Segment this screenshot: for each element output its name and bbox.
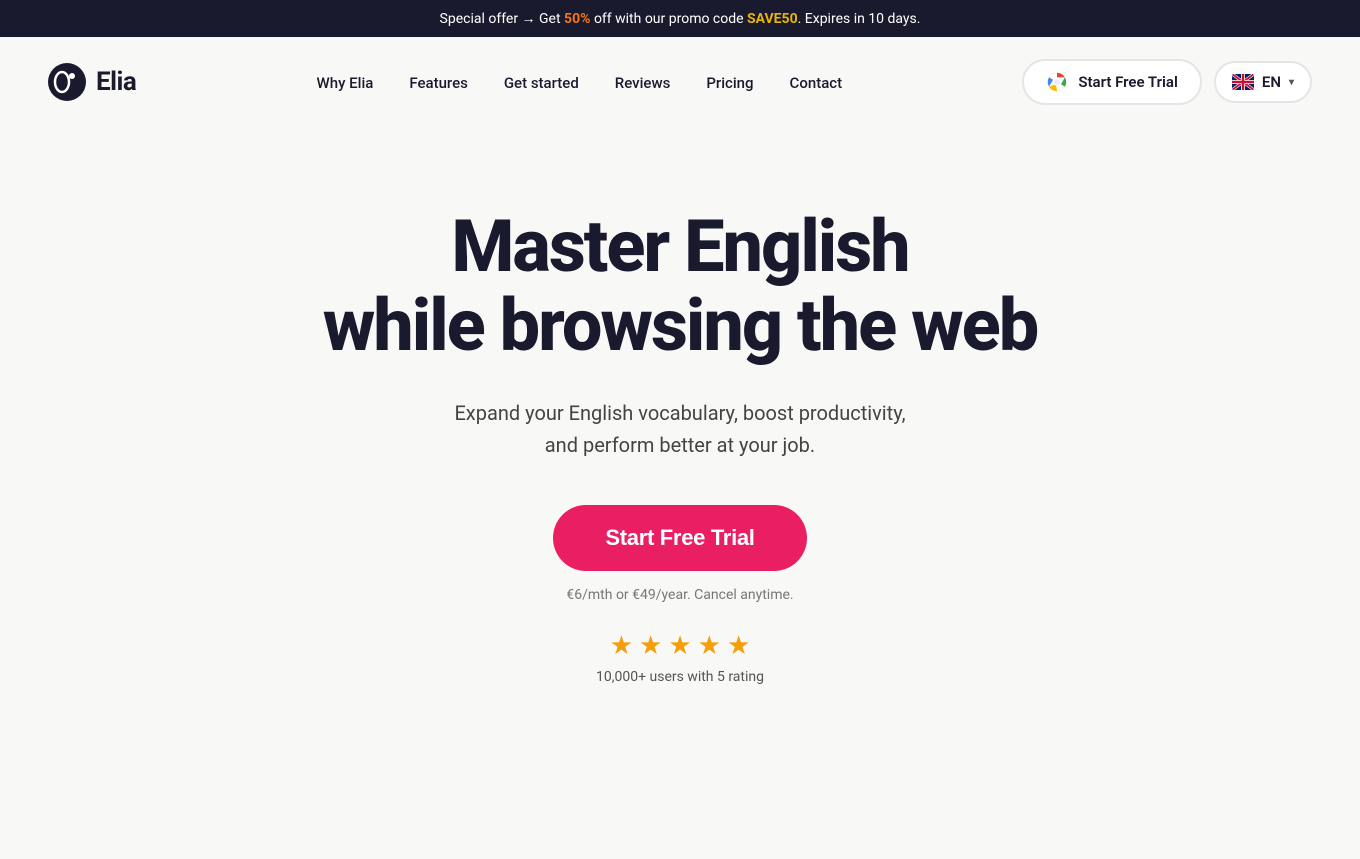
nav-pricing[interactable]: Pricing [706, 74, 753, 92]
hero-title-line2: while browsing the web [323, 283, 1037, 368]
chevron-down-icon: ▾ [1289, 77, 1294, 88]
announcement-discount: 50% [564, 11, 590, 27]
nav-start-trial-button[interactable]: Start Free Trial [1022, 59, 1202, 105]
chrome-icon [1046, 71, 1068, 93]
nav-get-started[interactable]: Get started [504, 74, 579, 92]
hero-title: Master English while browsing the web [323, 207, 1037, 365]
nav-contact[interactable]: Contact [790, 74, 843, 92]
star-2: ★ [639, 631, 662, 661]
announcement-bar: Special offer → Get 50% off with our pro… [0, 0, 1360, 37]
nav-right: Start Free Trial EN ▾ [1022, 59, 1312, 105]
flag-icon [1232, 74, 1254, 90]
navbar: Elia Why Elia Features Get started Revie… [0, 37, 1360, 127]
lang-label: EN [1262, 73, 1281, 91]
logo-text: Elia [96, 67, 136, 97]
hero-section: Master English while browsing the web Ex… [0, 127, 1360, 785]
rating-text: 10,000+ users with 5 rating [596, 669, 764, 685]
announcement-middle: off with our promo code [590, 11, 747, 27]
star-3: ★ [668, 631, 691, 661]
star-4: ★ [698, 631, 721, 661]
logo[interactable]: Elia [48, 63, 136, 101]
lang-selector[interactable]: EN ▾ [1214, 61, 1312, 103]
nav-why-elia[interactable]: Why Elia [317, 74, 374, 92]
nav-links: Why Elia Features Get started Reviews Pr… [317, 73, 843, 92]
hero-cta-label: Start Free Trial [605, 525, 754, 550]
hero-subtitle: Expand your English vocabulary, boost pr… [454, 397, 905, 461]
announcement-prefix: Special offer → Get [440, 11, 565, 27]
nav-reviews[interactable]: Reviews [615, 74, 671, 92]
announcement-code: SAVE50 [747, 11, 798, 27]
pricing-note: €6/mth or €49/year. Cancel anytime. [566, 587, 793, 603]
hero-title-line1: Master English [451, 204, 908, 289]
announcement-suffix: . Expires in 10 days. [798, 11, 921, 27]
hero-start-trial-button[interactable]: Start Free Trial [553, 505, 806, 571]
star-5: ★ [727, 631, 750, 661]
nav-features[interactable]: Features [409, 74, 467, 92]
stars-row: ★ ★ ★ ★ ★ [610, 631, 751, 661]
star-1: ★ [610, 631, 633, 661]
nav-start-trial-label: Start Free Trial [1078, 73, 1178, 91]
logo-icon [48, 63, 86, 101]
